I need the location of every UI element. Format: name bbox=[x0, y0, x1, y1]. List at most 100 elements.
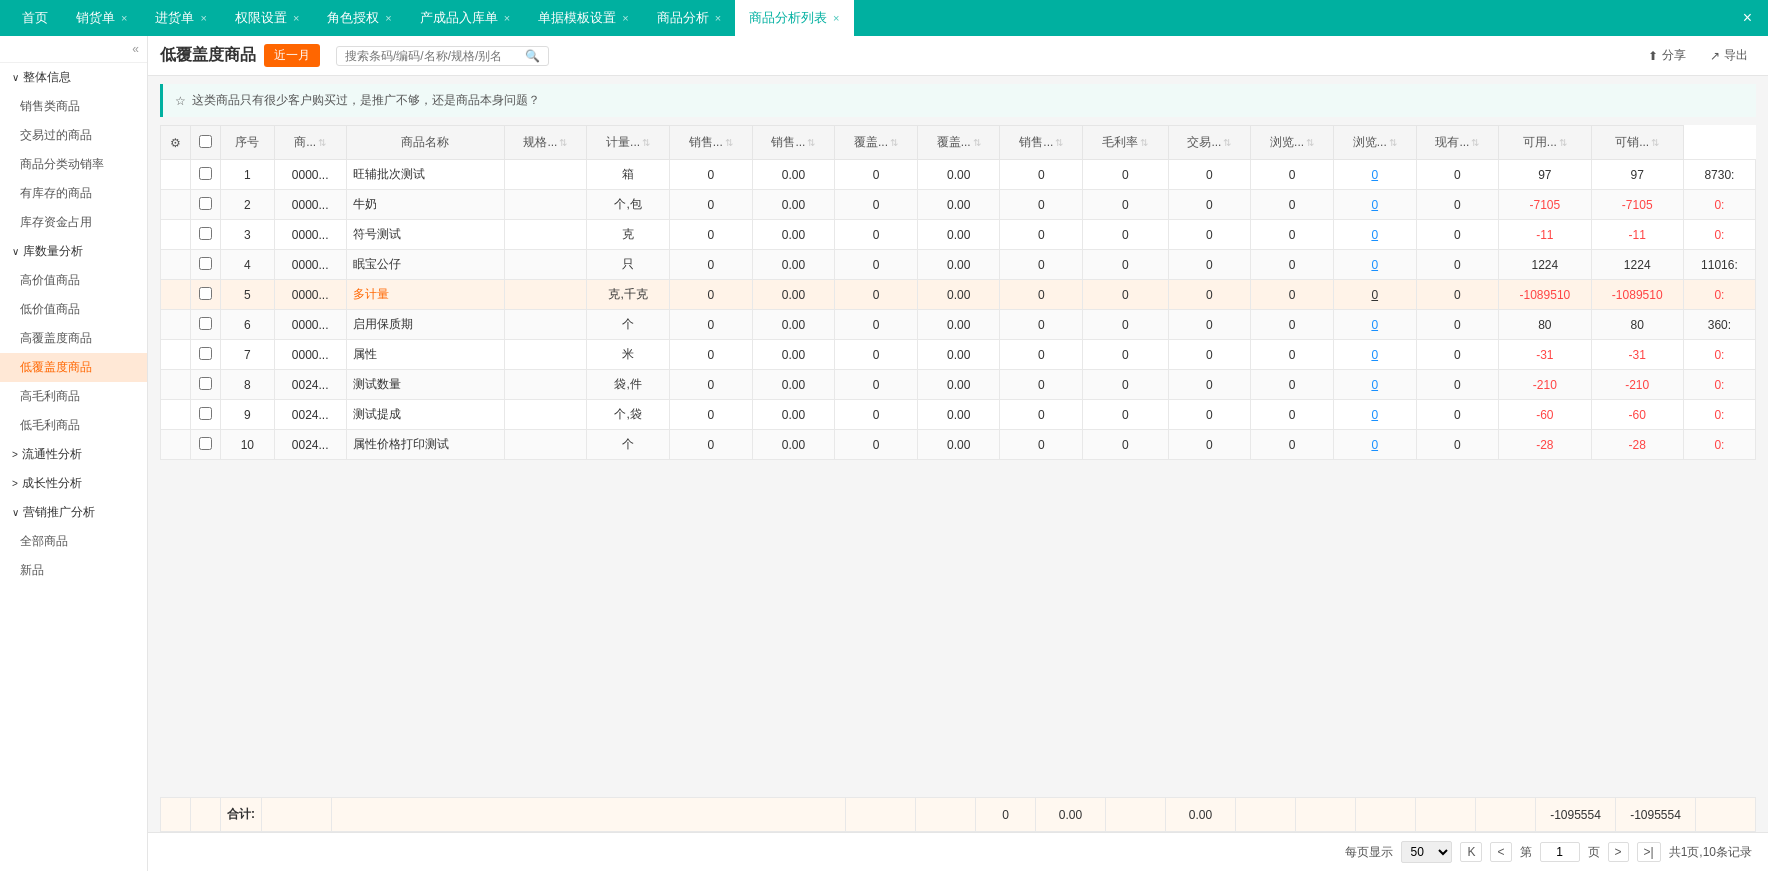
export-btn[interactable]: ↗ 导出 bbox=[1702, 44, 1756, 67]
cell-browse1[interactable]: 0 bbox=[1333, 430, 1416, 460]
cell-checkbox[interactable] bbox=[191, 190, 221, 220]
nav-permission-close[interactable]: × bbox=[293, 12, 299, 24]
last-page-btn[interactable]: >| bbox=[1637, 842, 1661, 862]
col-settings[interactable]: ⚙ bbox=[161, 126, 191, 160]
select-all-checkbox[interactable] bbox=[199, 135, 212, 148]
cell-trade: 0 bbox=[1251, 310, 1334, 340]
cell-name: 多计量 bbox=[346, 280, 504, 310]
sidebar-item-high-margin[interactable]: 高毛利商品 bbox=[0, 382, 147, 411]
cell-cov1: 0 bbox=[835, 430, 918, 460]
nav-role-close[interactable]: × bbox=[385, 12, 391, 24]
cell-checkbox[interactable] bbox=[191, 220, 221, 250]
search-box: 🔍 bbox=[336, 46, 549, 66]
cell-available-stock: 1224 bbox=[1591, 250, 1683, 280]
sidebar-item-inventory-capital[interactable]: 库存资金占用 bbox=[0, 208, 147, 237]
page-title: 低覆盖度商品 bbox=[160, 45, 256, 66]
sidebar-item-all-goods[interactable]: 全部商品 bbox=[0, 527, 147, 556]
cell-browse1[interactable]: 0 bbox=[1333, 340, 1416, 370]
page-input[interactable] bbox=[1540, 842, 1580, 862]
nav-permission[interactable]: 权限设置 × bbox=[221, 0, 313, 36]
cell-checkbox[interactable] bbox=[191, 280, 221, 310]
cell-cov2: 0.00 bbox=[917, 430, 1000, 460]
nav-product-in-close[interactable]: × bbox=[504, 12, 510, 24]
sidebar-item-new-goods[interactable]: 新品 bbox=[0, 556, 147, 585]
cell-unit: 只 bbox=[587, 250, 670, 280]
cell-sales-qty: 0 bbox=[669, 160, 752, 190]
sidebar-item-low-value[interactable]: 低价值商品 bbox=[0, 295, 147, 324]
nav-template-close[interactable]: × bbox=[622, 12, 628, 24]
nav-purchase-close[interactable]: × bbox=[200, 12, 206, 24]
cell-checkbox[interactable] bbox=[191, 340, 221, 370]
cell-checkbox[interactable] bbox=[191, 430, 221, 460]
share-btn[interactable]: ⬆ 分享 bbox=[1640, 44, 1694, 67]
cell-browse1[interactable]: 0 bbox=[1333, 280, 1416, 310]
nav-product-in[interactable]: 产成品入库单 × bbox=[406, 0, 524, 36]
cell-sellable: 11016: bbox=[1683, 250, 1755, 280]
nav-analysis-list[interactable]: 商品分析列表 × bbox=[735, 0, 853, 36]
cell-cov1: 0 bbox=[835, 310, 918, 340]
sidebar-item-stocked-goods[interactable]: 有库存的商品 bbox=[0, 179, 147, 208]
sidebar-section-growth[interactable]: > 成长性分析 bbox=[0, 469, 147, 498]
cell-unit: 米 bbox=[587, 340, 670, 370]
nav-purchase[interactable]: 进货单 × bbox=[141, 0, 220, 36]
sidebar: « ∨ 整体信息 销售类商品 交易过的商品 商品分类动销率 有库存的商品 库存资… bbox=[0, 36, 148, 871]
total-cov2: 0.00 bbox=[1166, 798, 1236, 832]
sidebar-section-overall[interactable]: ∨ 整体信息 bbox=[0, 63, 147, 92]
cell-checkbox[interactable] bbox=[191, 250, 221, 280]
cell-browse1[interactable]: 0 bbox=[1333, 400, 1416, 430]
sidebar-item-category-sales-rate[interactable]: 商品分类动销率 bbox=[0, 150, 147, 179]
cell-checkbox[interactable] bbox=[191, 370, 221, 400]
nav-sales-close[interactable]: × bbox=[121, 12, 127, 24]
nav-analysis-list-close[interactable]: × bbox=[833, 12, 839, 24]
cell-spec bbox=[504, 280, 587, 310]
cell-checkbox[interactable] bbox=[191, 310, 221, 340]
cell-current-stock: -60 bbox=[1499, 400, 1591, 430]
cell-sales-extra: 0 bbox=[1083, 190, 1169, 220]
prev-page-btn[interactable]: < bbox=[1490, 842, 1511, 862]
pagination-bar: 每页显示 50 100 200 K < 第 页 > >| 共1页,10条记录 bbox=[148, 832, 1768, 871]
cell-browse1[interactable]: 0 bbox=[1333, 250, 1416, 280]
cell-spec bbox=[504, 190, 587, 220]
nav-analysis-close[interactable]: × bbox=[715, 12, 721, 24]
next-page-btn[interactable]: > bbox=[1608, 842, 1629, 862]
cell-browse1[interactable]: 0 bbox=[1333, 370, 1416, 400]
cell-code: 0000... bbox=[274, 220, 346, 250]
sidebar-item-sales-goods[interactable]: 销售类商品 bbox=[0, 92, 147, 121]
sidebar-section-flow[interactable]: > 流通性分析 bbox=[0, 440, 147, 469]
nav-home[interactable]: 首页 bbox=[8, 0, 62, 36]
cell-browse1[interactable]: 0 bbox=[1333, 160, 1416, 190]
cell-browse2: 0 bbox=[1416, 430, 1499, 460]
search-icon[interactable]: 🔍 bbox=[525, 49, 540, 63]
sidebar-item-traded-goods[interactable]: 交易过的商品 bbox=[0, 121, 147, 150]
cell-code: 0024... bbox=[274, 430, 346, 460]
cell-seq: 1 bbox=[221, 160, 275, 190]
cell-checkbox[interactable] bbox=[191, 400, 221, 430]
cell-cov2: 0.00 bbox=[917, 310, 1000, 340]
cell-browse1[interactable]: 0 bbox=[1333, 310, 1416, 340]
sidebar-section-inventory[interactable]: ∨ 库数量分析 bbox=[0, 237, 147, 266]
cell-cov1: 0 bbox=[835, 280, 918, 310]
search-input[interactable] bbox=[345, 49, 525, 63]
nav-analysis[interactable]: 商品分析 × bbox=[643, 0, 735, 36]
page-size-select[interactable]: 50 100 200 bbox=[1401, 841, 1452, 863]
nav-role[interactable]: 角色授权 × bbox=[313, 0, 405, 36]
sidebar-section-marketing[interactable]: ∨ 营销推广分析 bbox=[0, 498, 147, 527]
first-page-btn[interactable]: K bbox=[1460, 842, 1482, 862]
cell-cov3: 0 bbox=[1000, 430, 1083, 460]
sidebar-item-high-value[interactable]: 高价值商品 bbox=[0, 266, 147, 295]
sidebar-item-low-margin[interactable]: 低毛利商品 bbox=[0, 411, 147, 440]
cell-browse1[interactable]: 0 bbox=[1333, 190, 1416, 220]
nav-sales[interactable]: 销货单 × bbox=[62, 0, 141, 36]
cell-browse1[interactable]: 0 bbox=[1333, 220, 1416, 250]
period-btn[interactable]: 近一月 bbox=[264, 44, 320, 67]
cell-unit: 克,千克 bbox=[587, 280, 670, 310]
cell-spec bbox=[504, 400, 587, 430]
close-all-tabs[interactable]: × bbox=[1735, 9, 1760, 27]
cell-checkbox[interactable] bbox=[191, 160, 221, 190]
cell-sales-extra: 0 bbox=[1083, 220, 1169, 250]
nav-template[interactable]: 单据模板设置 × bbox=[524, 0, 642, 36]
sidebar-item-low-coverage[interactable]: 低覆盖度商品 bbox=[0, 353, 147, 382]
sidebar-collapse-btn[interactable]: « bbox=[0, 36, 147, 63]
sidebar-item-high-coverage[interactable]: 高覆盖度商品 bbox=[0, 324, 147, 353]
cell-gross: 0 bbox=[1168, 430, 1251, 460]
